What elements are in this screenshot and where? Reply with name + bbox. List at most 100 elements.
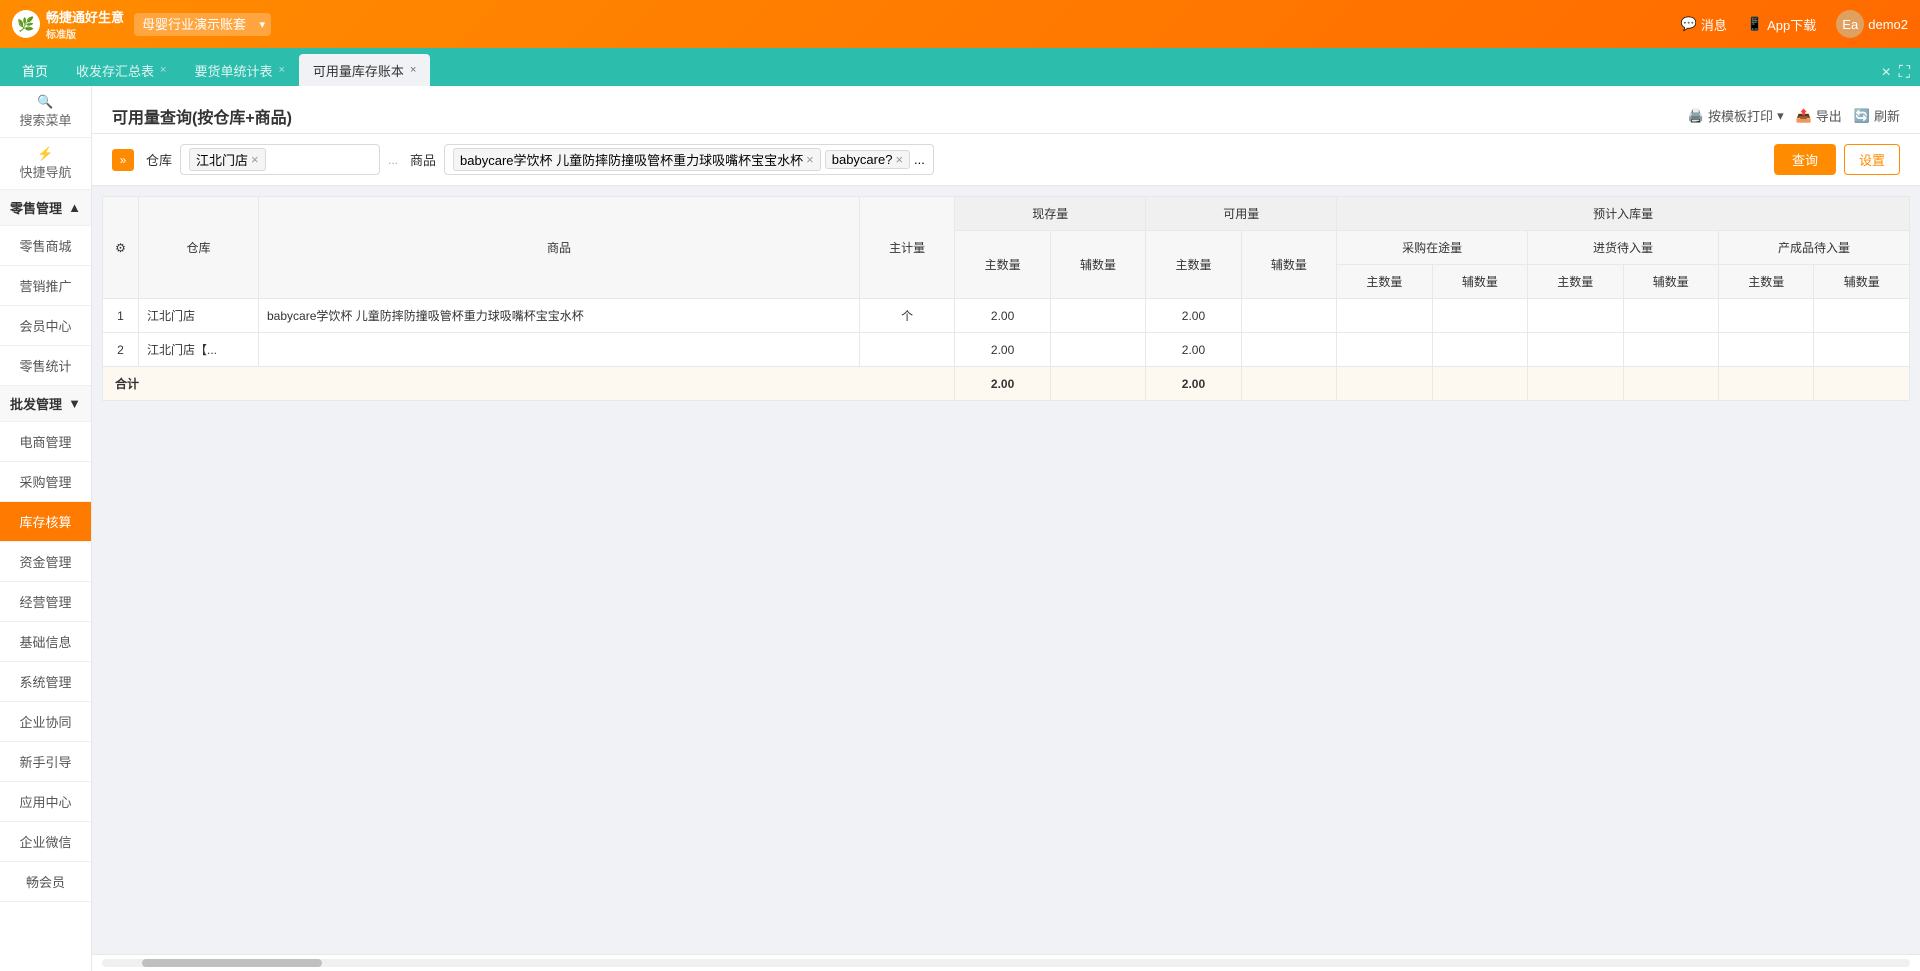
sidebar-finance-label: 资金管理	[19, 552, 71, 571]
sidebar-retail-stats-label: 零售统计	[19, 356, 71, 375]
app-download-button[interactable]: 📱 App下载	[1747, 15, 1816, 34]
cell-purchase-aux-1	[1432, 299, 1527, 333]
window-maximize-button[interactable]: ⛶	[1899, 64, 1910, 82]
sidebar-item-operations[interactable]: 经营管理	[0, 582, 91, 622]
export-button[interactable]: 📤 导出	[1796, 106, 1842, 125]
cell-avail-aux-2	[1241, 333, 1336, 367]
nav-tabs: 首页 收发存汇总表 × 要货单统计表 × 可用量库存账本 × × ⛶	[0, 48, 1920, 86]
product-filter-tag1: babycare学饮杯 儿童防摔防撞吸管杯重力球吸嘴杯宝宝水杯 ×	[453, 148, 821, 171]
th-purchase-aux: 辅数量	[1432, 265, 1527, 299]
cell-purchase-main-1	[1337, 299, 1432, 333]
th-settings[interactable]: ⚙	[103, 197, 139, 299]
scroll-bar-area	[92, 954, 1920, 971]
tab-receive-close[interactable]: ×	[160, 64, 166, 76]
top-bar-right: 💬 消息 📱 App下载 Ea demo2	[1681, 10, 1908, 38]
settings-button[interactable]: 设置	[1844, 144, 1900, 175]
tab-available-label: 可用量库存账本	[313, 61, 404, 80]
user-profile[interactable]: Ea demo2	[1836, 10, 1908, 38]
cell-avail-main-1: 2.00	[1146, 299, 1241, 333]
sidebar-item-inventory[interactable]: 库存核算	[0, 502, 91, 542]
quick-nav-icon: ⚡	[37, 146, 53, 161]
refresh-label: 刷新	[1874, 106, 1900, 125]
tab-available-close[interactable]: ×	[410, 64, 416, 76]
sidebar-item-app-center[interactable]: 应用中心	[0, 782, 91, 822]
th-purchase-sub: 采购在途量	[1337, 231, 1528, 265]
print-dropdown-icon: ▾	[1777, 108, 1784, 124]
sidebar-item-new-guide[interactable]: 新手引导	[0, 742, 91, 782]
total-stock-main: 2.00	[955, 367, 1050, 401]
top-bar: 🌿 畅捷通好生意 标准版 母婴行业演示账套 💬 消息 📱 App下载 Ea de…	[0, 0, 1920, 48]
sidebar-item-system[interactable]: 系统管理	[0, 662, 91, 702]
sidebar-item-enterprise-wechat[interactable]: 企业微信	[0, 822, 91, 862]
sidebar-item-basic-info[interactable]: 基础信息	[0, 622, 91, 662]
sidebar-member-center-label: 会员中心	[19, 316, 71, 335]
tab-order-stat[interactable]: 要货单统计表 ×	[180, 54, 298, 86]
page-title: 可用量查询(按仓库+商品)	[112, 104, 292, 128]
sidebar-quick-nav[interactable]: ⚡ 快捷导航	[0, 138, 91, 190]
sidebar-item-retail-stats[interactable]: 零售统计	[0, 346, 91, 386]
print-button[interactable]: 🖨️ 按模板打印 ▾	[1688, 106, 1784, 125]
sidebar-item-finance[interactable]: 资金管理	[0, 542, 91, 582]
download-icon: 📱	[1747, 16, 1763, 32]
table-area: ⚙ 仓库 商品 主计量 现存量 可用量 预计入库量 主数量 辅数量 主数量 辅数…	[92, 186, 1920, 954]
th-finished-aux: 辅数量	[1814, 265, 1910, 299]
window-close-button[interactable]: ×	[1881, 64, 1890, 82]
th-incoming-sub: 进货待入量	[1528, 231, 1719, 265]
sidebar-item-retail-mgmt[interactable]: 零售管理 ▲	[0, 190, 91, 226]
warehouse-filter-input[interactable]: 江北门店 ×	[180, 144, 380, 175]
sidebar-retail-mall-label: 零售商城	[19, 236, 71, 255]
tab-home-label: 首页	[22, 61, 48, 80]
product-filter-label: 商品	[410, 150, 436, 169]
sidebar-system-label: 系统管理	[19, 672, 71, 691]
tab-available[interactable]: 可用量库存账本 ×	[299, 54, 430, 86]
warehouse-tag-remove[interactable]: ×	[251, 152, 259, 167]
cell-stock-main-2: 2.00	[955, 333, 1050, 367]
sidebar-item-marketing[interactable]: 营销推广	[0, 266, 91, 306]
search-icon: 🔍	[37, 94, 53, 109]
account-selector[interactable]: 母婴行业演示账套	[134, 13, 271, 36]
filter-bar: » 仓库 江北门店 × ... 商品 babycare学饮杯 儿童防摔防撞吸管杯…	[92, 134, 1920, 186]
th-finished-main: 主数量	[1718, 265, 1813, 299]
sidebar-search-label: 搜索菜单	[6, 110, 85, 129]
product-filter-ellipsis: ...	[914, 152, 925, 167]
warehouse-tag-value: 江北门店	[196, 150, 248, 169]
tab-order-stat-close[interactable]: ×	[278, 64, 284, 76]
message-label: 消息	[1701, 15, 1727, 34]
chevron-icon: ▲	[68, 200, 81, 215]
message-icon: 💬	[1681, 16, 1697, 32]
sidebar-item-wholesale-mgmt[interactable]: 批发管理 ▼	[0, 386, 91, 422]
sidebar-item-member-center[interactable]: 会员中心	[0, 306, 91, 346]
app-edition: 标准版	[46, 26, 124, 41]
cell-product-2	[259, 333, 860, 367]
scroll-thumb[interactable]	[142, 959, 322, 967]
warehouse-filter-group: 仓库 江北门店 × ...	[146, 144, 398, 175]
th-stock-aux: 辅数量	[1050, 231, 1145, 299]
account-selector-wrap[interactable]: 母婴行业演示账套	[134, 13, 271, 36]
cell-stock-main-1: 2.00	[955, 299, 1050, 333]
sidebar-item-ecommerce[interactable]: 电商管理	[0, 422, 91, 462]
sidebar-item-enterprise-collab[interactable]: 企业协同	[0, 702, 91, 742]
cell-avail-main-2: 2.00	[1146, 333, 1241, 367]
tab-home[interactable]: 首页	[8, 54, 62, 86]
cell-purchase-aux-2	[1432, 333, 1527, 367]
horizontal-scrollbar[interactable]	[102, 959, 1910, 967]
query-button[interactable]: 查询	[1774, 144, 1836, 175]
sidebar-retail-mgmt-label: 零售管理	[10, 198, 62, 217]
sidebar-item-retail-mall[interactable]: 零售商城	[0, 226, 91, 266]
cell-incoming-main-2	[1528, 333, 1623, 367]
app-name: 畅捷通好生意	[46, 7, 124, 26]
sidebar-search[interactable]: 🔍 搜索菜单	[0, 86, 91, 138]
cell-stock-aux-1	[1050, 299, 1145, 333]
main-layout: 🔍 搜索菜单 ⚡ 快捷导航 零售管理 ▲ 零售商城 营销推广 会员中心 零售统计…	[0, 86, 1920, 971]
message-button[interactable]: 💬 消息	[1681, 15, 1727, 34]
product-filter-input[interactable]: babycare学饮杯 儿童防摔防撞吸管杯重力球吸嘴杯宝宝水杯 × babyca…	[444, 144, 934, 175]
tab-receive[interactable]: 收发存汇总表 ×	[62, 54, 180, 86]
product-tag1-remove[interactable]: ×	[806, 152, 814, 167]
refresh-button[interactable]: 🔄 刷新	[1854, 106, 1900, 125]
expand-filter-button[interactable]: »	[112, 149, 134, 171]
sidebar-item-purchase[interactable]: 采购管理	[0, 462, 91, 502]
sidebar-new-guide-label: 新手引导	[19, 752, 71, 771]
product-tag2-remove[interactable]: ×	[895, 152, 903, 167]
product-filter-group: 商品 babycare学饮杯 儿童防摔防撞吸管杯重力球吸嘴杯宝宝水杯 × bab…	[410, 144, 934, 175]
sidebar-item-chang-member[interactable]: 畅会员	[0, 862, 91, 902]
